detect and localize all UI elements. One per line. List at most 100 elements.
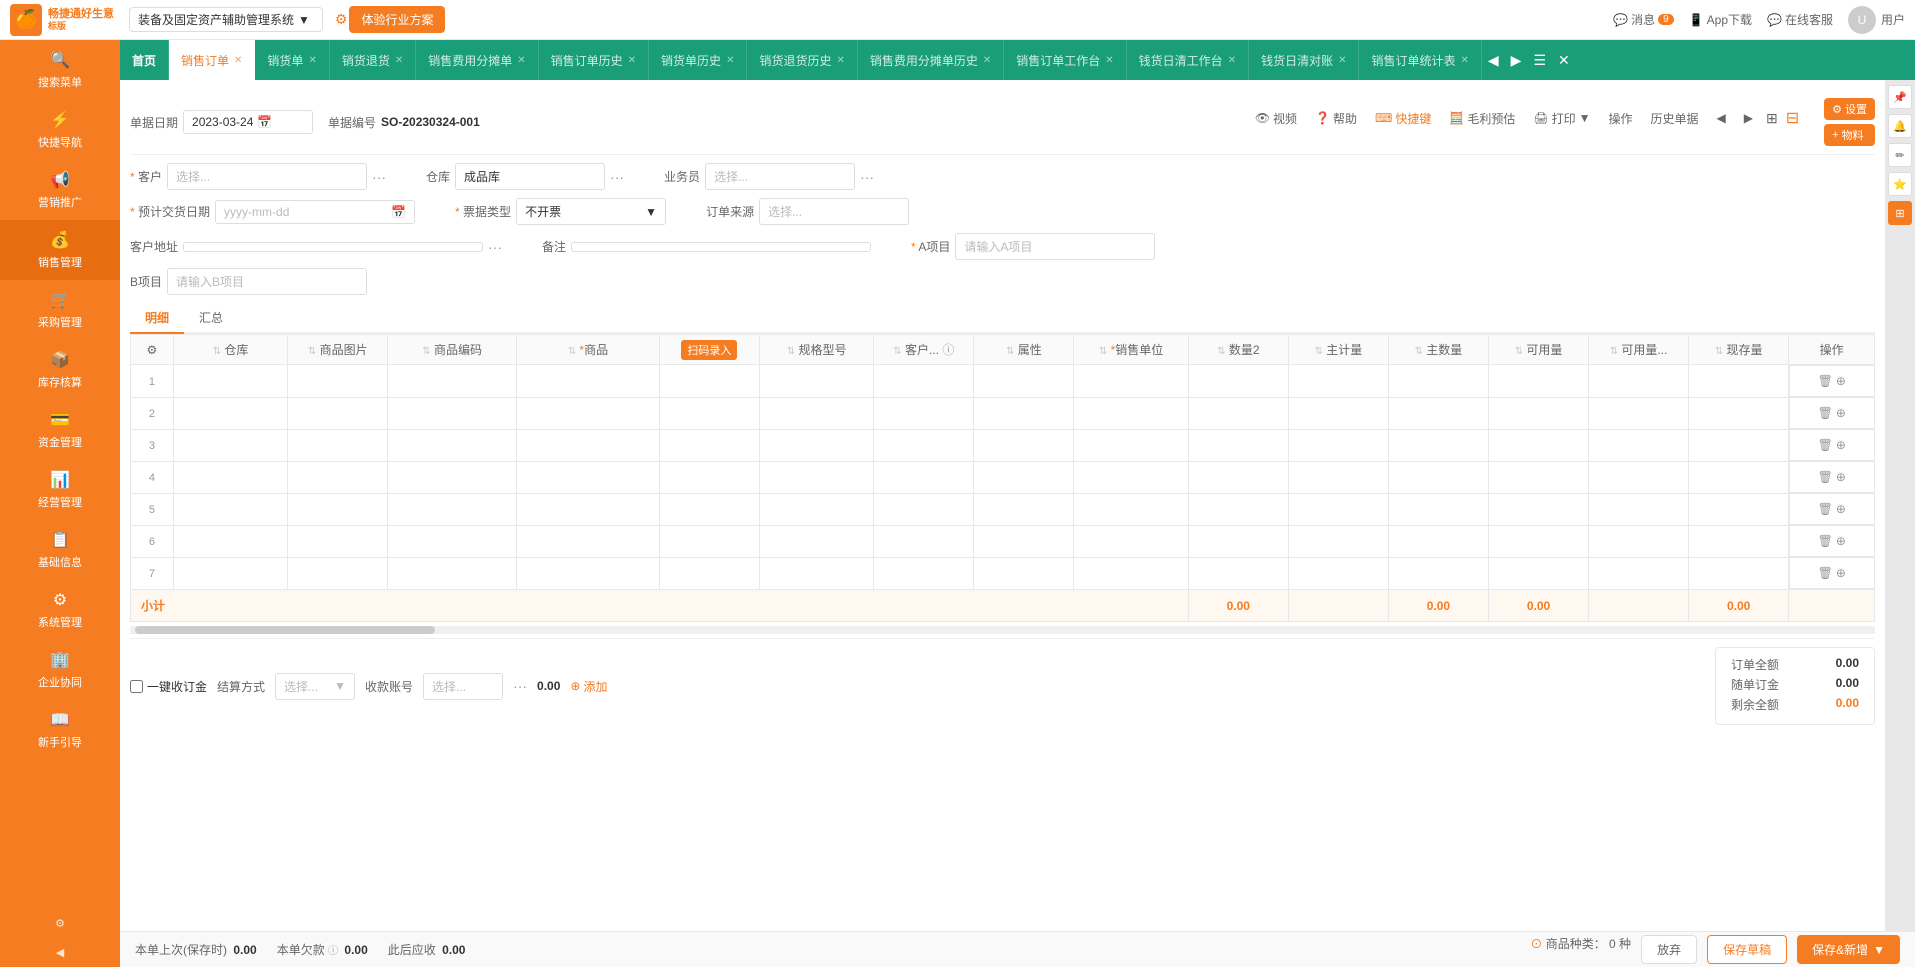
history-btn[interactable]: 历史单据 [1646, 108, 1704, 129]
row-1-product[interactable] [516, 365, 659, 398]
sidebar-item-basic-info[interactable]: 📋 基础信息 [0, 520, 120, 580]
row-1-unit[interactable] [1074, 365, 1188, 398]
delivery-date-input[interactable]: yyyy-mm-dd 📅 [215, 200, 415, 224]
sidebar-item-sales[interactable]: 💰 销售管理 [0, 220, 120, 280]
row-7-copy-icon[interactable]: ⊕ [1836, 566, 1846, 580]
customer-more-icon[interactable]: ··· [372, 169, 386, 185]
row-2-product[interactable] [516, 397, 659, 429]
sidebar-item-guide[interactable]: 📖 新手引导 [0, 700, 120, 760]
tab-sales-order[interactable]: 销售订单 ✕ [169, 40, 255, 80]
tab-cash-reconcile[interactable]: 钱货日清对账 ✕ [1249, 40, 1359, 80]
date-input[interactable]: 2023-03-24 📅 [183, 110, 313, 134]
row-1-spec[interactable] [759, 365, 873, 398]
payment-select[interactable]: 选择... ▼ [275, 673, 355, 700]
row-5-copy-icon[interactable]: ⊕ [1836, 502, 1846, 516]
b-project-input[interactable]: 请输入B项目 [167, 268, 367, 295]
row-1-delete-icon[interactable]: 🗑 [1818, 374, 1833, 388]
sidebar-item-marketing[interactable]: 📢 营销推广 [0, 160, 120, 220]
profit-btn[interactable]: 🧮 毛利预估 [1444, 108, 1520, 129]
sidebar-item-search[interactable]: 🔍 搜索菜单 [0, 40, 120, 100]
system-selector[interactable]: 装备及固定资产辅助管理系统 ▼ [129, 7, 323, 32]
scan-input-button[interactable]: 扫码录入 [681, 340, 737, 360]
row-2-delete-icon[interactable]: 🗑 [1818, 406, 1833, 420]
view-btn[interactable]: 👁 视频 [1250, 108, 1302, 129]
tab-summary[interactable]: 汇总 [184, 303, 238, 334]
add-button[interactable]: ⊕ 添加 [570, 678, 607, 695]
right-panel-star-button[interactable]: ⭐ [1888, 172, 1912, 196]
right-panel-pin-button[interactable]: 📌 [1888, 85, 1912, 109]
settings-gear-icon[interactable]: ⚙ [333, 9, 350, 30]
tab-fee-history[interactable]: 销售费用分摊单历史 ✕ [858, 40, 1004, 80]
help-btn[interactable]: ❓ 帮助 [1310, 108, 1362, 129]
shortcut-btn[interactable]: ⌨ 快捷键 [1370, 108, 1436, 129]
right-panel-edit-button[interactable]: ✏ [1888, 143, 1912, 167]
close-sales-return-tab-icon[interactable]: ✕ [308, 55, 316, 66]
row-5-delete-icon[interactable]: 🗑 [1818, 502, 1833, 516]
row-1-product-code[interactable] [388, 365, 517, 398]
row-1-main-qty[interactable] [1388, 365, 1488, 398]
row-3-copy-icon[interactable]: ⊕ [1836, 438, 1846, 452]
close-sales-return-history-tab-icon[interactable]: ✕ [726, 55, 734, 66]
tab-sales-return[interactable]: 销货单 ✕ [255, 40, 329, 80]
online-support-link[interactable]: 💬 在线客服 [1767, 11, 1833, 28]
warehouse-more-icon[interactable]: ··· [610, 169, 624, 185]
close-sales-order-tab-icon[interactable]: ✕ [234, 55, 242, 66]
customer-input[interactable]: 选择... [167, 163, 367, 190]
row-1-warehouse[interactable] [173, 365, 287, 398]
sidebar-item-purchase[interactable]: 🛒 采购管理 [0, 280, 120, 340]
tab-sales-return-history[interactable]: 销货单历史 ✕ [649, 40, 747, 80]
address-more-icon[interactable]: ··· [488, 239, 502, 255]
account-input[interactable]: 选择... [423, 673, 503, 700]
quick-order-checkbox[interactable] [130, 680, 143, 693]
tab-return-goods[interactable]: 销货退货 ✕ [330, 40, 416, 80]
close-sales-fee-tab-icon[interactable]: ✕ [517, 55, 525, 66]
tab-cash-daily[interactable]: 钱货日清工作台 ✕ [1127, 40, 1249, 80]
nav-next-icon[interactable]: ▶ [1739, 109, 1758, 127]
row-2-warehouse[interactable] [173, 397, 287, 429]
tab-nav-expand-button[interactable]: ☰ [1527, 52, 1552, 69]
tab-detail[interactable]: 明细 [130, 303, 184, 334]
close-sales-summary-tab-icon[interactable]: ✕ [1461, 55, 1469, 66]
row-3-delete-icon[interactable]: 🗑 [1818, 438, 1833, 452]
tab-sales-fee[interactable]: 销售费用分摊单 ✕ [416, 40, 538, 80]
tab-nav-next-button[interactable]: ▶ [1505, 52, 1528, 69]
sidebar-item-finance[interactable]: 💳 资金管理 [0, 400, 120, 460]
nav-prev-icon[interactable]: ◀ [1712, 109, 1731, 127]
tab-sales-summary[interactable]: 销售订单统计表 ✕ [1359, 40, 1481, 80]
print-btn[interactable]: 🖨 打印 ▼ [1528, 108, 1595, 129]
discard-button[interactable]: 放弃 [1641, 935, 1697, 964]
a-project-input[interactable]: 请输入A项目 [955, 233, 1155, 260]
close-return-goods-tab-icon[interactable]: ✕ [395, 55, 403, 66]
tab-home[interactable]: 首页 [120, 40, 169, 80]
account-more-icon[interactable]: ··· [513, 678, 527, 694]
close-sales-order-history-tab-icon[interactable]: ✕ [628, 55, 636, 66]
right-panel-custom-button[interactable]: ⊞ [1888, 201, 1912, 225]
sidebar-collapse-button[interactable]: ◀ [0, 938, 120, 967]
col-settings[interactable]: ⚙ [131, 335, 174, 365]
row-4-delete-icon[interactable]: 🗑 [1818, 470, 1833, 484]
tab-return-history[interactable]: 销货退货历史 ✕ [747, 40, 857, 80]
row-1-attr[interactable] [974, 365, 1074, 398]
scrollbar-thumb[interactable] [135, 626, 435, 634]
settings-button[interactable]: ⚙ 设置 [1824, 98, 1875, 120]
tab-sales-order-history[interactable]: 销售订单历史 ✕ [539, 40, 649, 80]
row-1-qty2[interactable] [1188, 365, 1288, 398]
sidebar-item-operation[interactable]: 📊 经营管理 [0, 460, 120, 520]
add-goods-button[interactable]: + 物料 [1824, 124, 1875, 146]
row-1-copy-icon[interactable]: ⊕ [1836, 374, 1846, 388]
sidebar-item-inventory[interactable]: 📦 库存核算 [0, 340, 120, 400]
row-2-product-img[interactable] [288, 397, 388, 429]
close-cash-reconcile-tab-icon[interactable]: ✕ [1338, 55, 1346, 66]
salesperson-input[interactable]: 选择... [705, 163, 855, 190]
salesperson-more-icon[interactable]: ··· [860, 169, 874, 185]
order-source-input[interactable]: 选择... [759, 198, 909, 225]
row-2-product-code[interactable] [388, 397, 517, 429]
industry-solution-button[interactable]: 体验行业方案 [349, 6, 445, 33]
quick-order-checkbox-label[interactable]: 一键收订金 [130, 678, 207, 695]
close-cash-daily-tab-icon[interactable]: ✕ [1228, 55, 1236, 66]
sidebar-item-quick-nav[interactable]: ⚡ 快捷导航 [0, 100, 120, 160]
save-draft-button[interactable]: 保存草稿 [1707, 935, 1787, 964]
sidebar-item-enterprise[interactable]: 🏢 企业协同 [0, 640, 120, 700]
expand-icon[interactable]: ⊟ [1786, 108, 1799, 128]
grid-view-icon[interactable]: ⊞ [1766, 110, 1778, 127]
